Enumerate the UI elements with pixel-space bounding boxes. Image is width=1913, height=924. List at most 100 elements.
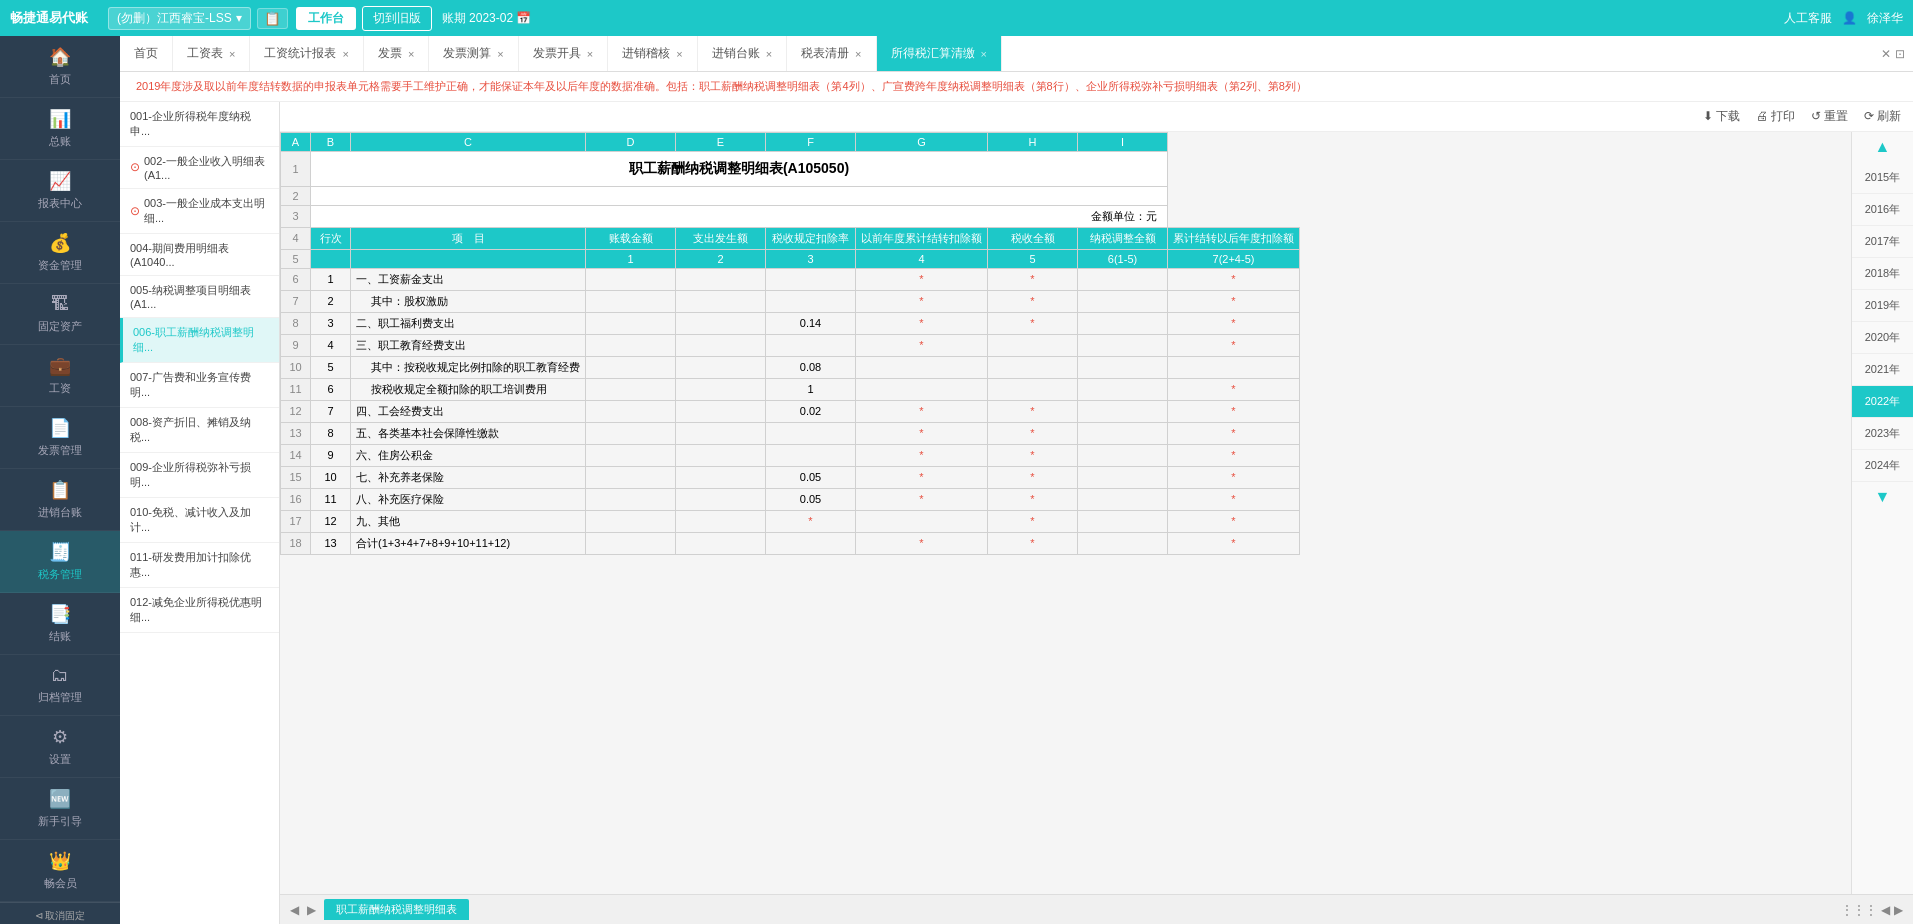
scroll-left-btn[interactable]: ▶ xyxy=(1894,903,1903,917)
table-row[interactable]: 15 10 七、补充养老保险 0.05 * * * xyxy=(281,466,1300,488)
sub-menu-item-005[interactable]: 005-纳税调整项目明细表(A1... xyxy=(120,276,279,318)
sidebar-item-fixed-assets[interactable]: 🏗 固定资产 xyxy=(0,284,120,345)
sub-menu-item-004[interactable]: 004-期间费用明细表(A1040... xyxy=(120,234,279,276)
year-2015[interactable]: 2015年 xyxy=(1852,162,1913,194)
tab-tax-book[interactable]: 税表清册× xyxy=(787,36,876,71)
next-sheet-btn[interactable]: ▶ xyxy=(307,903,316,917)
print-icon: 🖨 xyxy=(1756,109,1768,123)
sub-menu-item-002[interactable]: ⊙ 002-一般企业收入明细表(A1... xyxy=(120,147,279,189)
tab-income-tax[interactable]: 所得税汇算清缴× xyxy=(877,36,1002,71)
close-tab-payroll-report[interactable]: × xyxy=(342,48,348,60)
table-row[interactable]: 11 6 按税收规定全额扣除的职工培训费用 1 * xyxy=(281,378,1300,400)
more-sheets-btn[interactable]: ⋮⋮⋮ xyxy=(1841,903,1877,917)
table-row[interactable]: 13 8 五、各类基本社会保障性缴款 * * * xyxy=(281,422,1300,444)
tab-purchase-verify[interactable]: 进销稽核× xyxy=(608,36,697,71)
sidebar-item-label: 结账 xyxy=(49,629,71,644)
year-nav-up[interactable]: ▲ xyxy=(1852,132,1913,162)
table-row[interactable]: 12 7 四、工会经费支出 0.02 * * * xyxy=(281,400,1300,422)
close-tab-invoice[interactable]: × xyxy=(408,48,414,60)
close-tab-tax-book[interactable]: × xyxy=(855,48,861,60)
table-row[interactable]: 18 13 合计(1+3+4+7+8+9+10+11+12) * * xyxy=(281,532,1300,554)
toolbar: ⬇ 下载 🖨 打印 ↺ 重置 ⟳ 刷新 xyxy=(280,102,1913,132)
table-row[interactable]: 8 3 二、职工福利费支出 0.14 * * * xyxy=(281,312,1300,334)
table-row[interactable]: 14 9 六、住房公积金 * * * xyxy=(281,444,1300,466)
close-tab-purchase-ledger[interactable]: × xyxy=(766,48,772,60)
year-2021[interactable]: 2021年 xyxy=(1852,354,1913,386)
download-button[interactable]: ⬇ 下载 xyxy=(1703,108,1740,125)
user-name[interactable]: 徐泽华 xyxy=(1867,10,1903,27)
old-version-button[interactable]: 切到旧版 xyxy=(362,6,432,31)
close-all-tabs-btn[interactable]: ✕ xyxy=(1881,47,1891,61)
sub-menu-item-012[interactable]: 012-减免企业所得税优惠明细... xyxy=(120,588,279,633)
sub-menu-item-003[interactable]: ⊙ 003-一般企业成本支出明细... xyxy=(120,189,279,234)
sidebar-item-closing[interactable]: 📑 结账 xyxy=(0,593,120,655)
print-button[interactable]: 🖨 打印 xyxy=(1756,108,1795,125)
tab-payroll-report[interactable]: 工资统计报表× xyxy=(250,36,363,71)
purchase-sales-icon: 📋 xyxy=(49,479,71,501)
sidebar-item-ledger[interactable]: 📊 总账 xyxy=(0,98,120,160)
close-tab-invoice-calc[interactable]: × xyxy=(497,48,503,60)
sidebar-item-payroll[interactable]: 💼 工资 xyxy=(0,345,120,407)
sub-menu-item-009[interactable]: 009-企业所得税弥补亏损明... xyxy=(120,453,279,498)
sidebar-item-report-center[interactable]: 📈 报表中心 xyxy=(0,160,120,222)
maximize-btn[interactable]: ⊡ xyxy=(1895,47,1905,61)
sidebar-item-guide[interactable]: 🆕 新手引导 xyxy=(0,778,120,840)
year-2016[interactable]: 2016年 xyxy=(1852,194,1913,226)
sidebar-item-purchase-sales[interactable]: 📋 进销台账 xyxy=(0,469,120,531)
sub-menu-item-006[interactable]: 006-职工薪酬纳税调整明细... xyxy=(120,318,279,363)
calendar-icon-btn[interactable]: 📋 xyxy=(257,8,288,29)
refresh-button[interactable]: ⟳ 刷新 xyxy=(1864,108,1901,125)
table-row[interactable]: 17 12 九、其他 * * * xyxy=(281,510,1300,532)
close-tab-payroll[interactable]: × xyxy=(229,48,235,60)
close-tab-invoice-issue[interactable]: × xyxy=(587,48,593,60)
sub-menu-item-008[interactable]: 008-资产折旧、摊销及纳税... xyxy=(120,408,279,453)
sub-menu-item-001[interactable]: 001-企业所得税年度纳税申... xyxy=(120,102,279,147)
year-2020[interactable]: 2020年 xyxy=(1852,322,1913,354)
tab-purchase-ledger[interactable]: 进销台账× xyxy=(698,36,787,71)
assets-icon: 🏗 xyxy=(51,294,69,315)
col-header-H: H xyxy=(988,132,1078,151)
table-row[interactable]: 16 11 八、补充医疗保险 0.05 * * * xyxy=(281,488,1300,510)
year-2018[interactable]: 2018年 xyxy=(1852,258,1913,290)
sidebar-item-tax[interactable]: 🧾 税务管理 xyxy=(0,531,120,593)
sub-menu-item-010[interactable]: 010-免税、减计收入及加计... xyxy=(120,498,279,543)
work-tab-button[interactable]: 工作台 xyxy=(296,7,356,30)
close-tab-purchase-verify[interactable]: × xyxy=(676,48,682,60)
tab-invoice-issue[interactable]: 发票开具× xyxy=(519,36,608,71)
sub-menu-item-011[interactable]: 011-研发费用加计扣除优惠... xyxy=(120,543,279,588)
year-2019[interactable]: 2019年 xyxy=(1852,290,1913,322)
table-row[interactable]: 10 5 其中：按税收规定比例扣除的职工教育经费 0.08 xyxy=(281,356,1300,378)
sheet-tab-active[interactable]: 职工薪酬纳税调整明细表 xyxy=(324,899,469,920)
header-book-amount: 账载金额 xyxy=(586,227,676,249)
table-row[interactable]: 7 2 其中：股权激励 * * * xyxy=(281,290,1300,312)
archive-icon: 🗂 xyxy=(51,665,69,686)
sidebar-item-label: 归档管理 xyxy=(38,690,82,705)
table-row[interactable]: 6 1 一、工资薪金支出 * * * xyxy=(281,268,1300,290)
tab-invoice[interactable]: 发票× xyxy=(364,36,429,71)
year-2017[interactable]: 2017年 xyxy=(1852,226,1913,258)
tab-home[interactable]: 首页 xyxy=(120,36,173,71)
close-tab-income-tax[interactable]: × xyxy=(981,48,987,60)
tab-payroll[interactable]: 工资表× xyxy=(173,36,250,71)
company-selector[interactable]: (勿删）江西睿宝-LSS ▾ xyxy=(108,7,251,30)
sidebar-item-archive[interactable]: 🗂 归档管理 xyxy=(0,655,120,716)
sidebar-item-membership[interactable]: 👑 畅会员 xyxy=(0,840,120,902)
sidebar-item-finance[interactable]: 💰 资金管理 xyxy=(0,222,120,284)
sidebar-item-invoice[interactable]: 📄 发票管理 xyxy=(0,407,120,469)
cancel-pin-btn[interactable]: ⊲ 取消固定 xyxy=(0,902,120,924)
year-nav-down[interactable]: ▼ xyxy=(1852,482,1913,512)
table-row[interactable]: 9 4 三、职工教育经费支出 * * xyxy=(281,334,1300,356)
col-header-E: E xyxy=(676,132,766,151)
tab-invoice-calc[interactable]: 发票测算× xyxy=(429,36,518,71)
year-2024[interactable]: 2024年 xyxy=(1852,450,1913,482)
human-service-btn[interactable]: 人工客服 xyxy=(1784,10,1832,27)
scroll-right-btn[interactable]: ◀ xyxy=(1881,903,1890,917)
sub-menu-item-007[interactable]: 007-广告费和业务宣传费明... xyxy=(120,363,279,408)
sidebar-item-settings[interactable]: ⚙ 设置 xyxy=(0,716,120,778)
prev-sheet-btn[interactable]: ◀ xyxy=(290,903,299,917)
sidebar-item-home[interactable]: 🏠 首页 xyxy=(0,36,120,98)
reset-button[interactable]: ↺ 重置 xyxy=(1811,108,1848,125)
table-container[interactable]: A B C D E F G H I xyxy=(280,132,1851,895)
year-2023[interactable]: 2023年 xyxy=(1852,418,1913,450)
year-2022[interactable]: 2022年 xyxy=(1852,386,1913,418)
